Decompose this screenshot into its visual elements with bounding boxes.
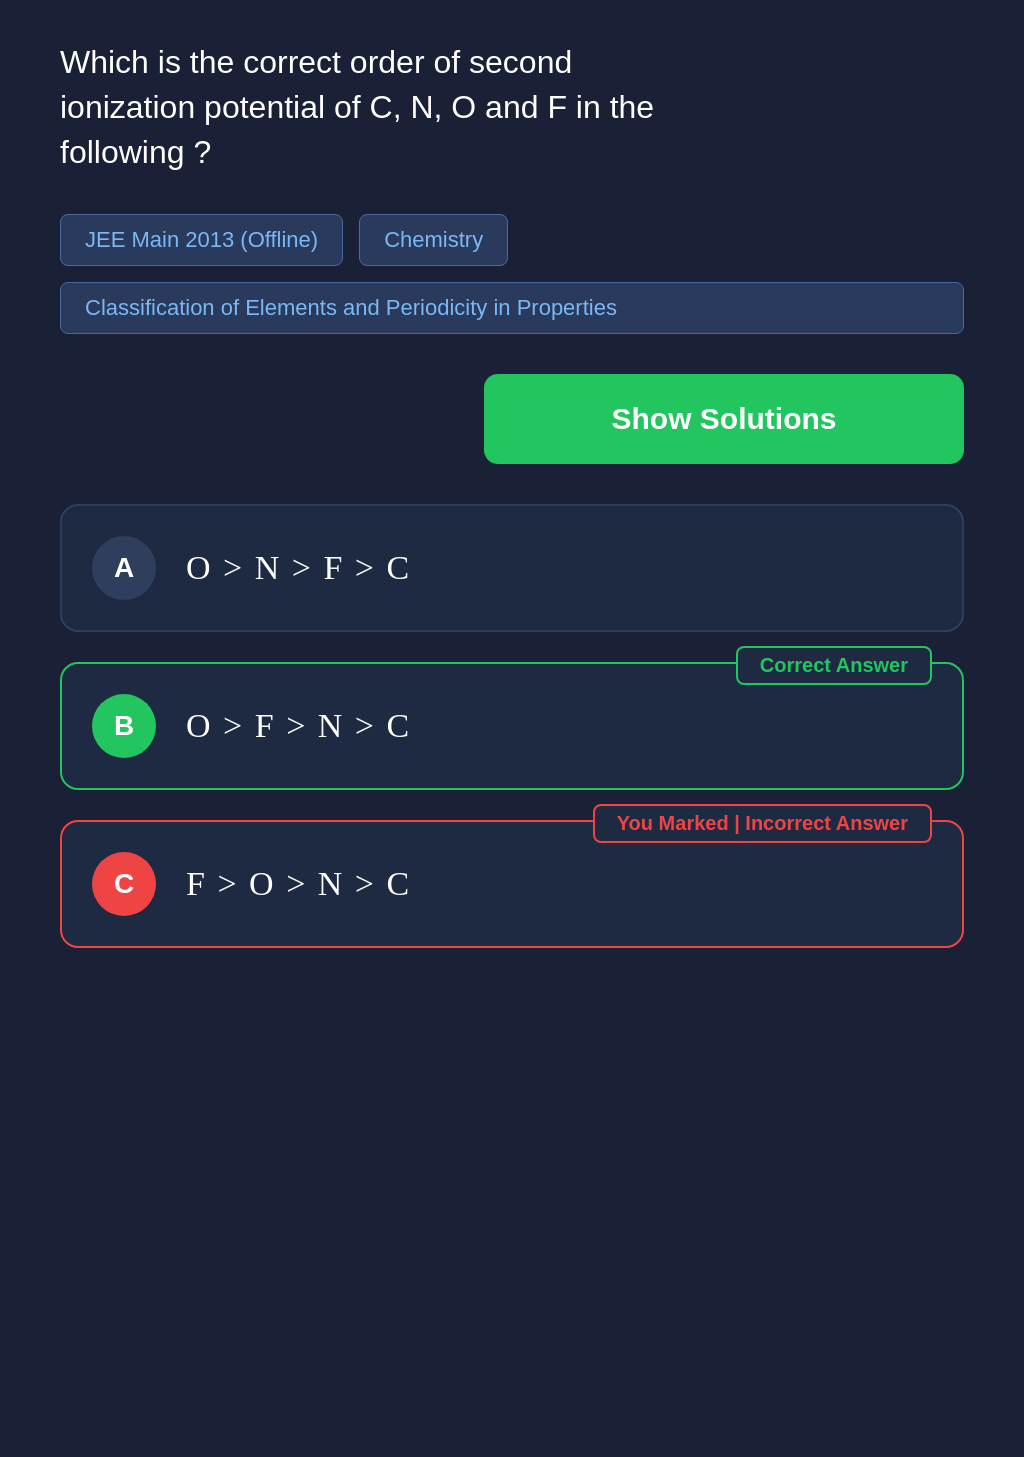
- topic-row: Classification of Elements and Periodici…: [60, 282, 964, 334]
- option-a-card[interactable]: A O > N > F > C: [60, 504, 964, 632]
- topic-tag[interactable]: Classification of Elements and Periodici…: [60, 282, 964, 334]
- exam-tag[interactable]: JEE Main 2013 (Offline): [60, 214, 343, 266]
- option-b-card[interactable]: Correct Answer B O > F > N > C: [60, 662, 964, 790]
- option-c-card[interactable]: You Marked | Incorrect Answer C F > O > …: [60, 820, 964, 948]
- option-a-circle: A: [92, 536, 156, 600]
- tags-container: JEE Main 2013 (Offline) Chemistry: [60, 214, 964, 266]
- option-b-text: O > F > N > C: [186, 707, 411, 745]
- subject-tag[interactable]: Chemistry: [359, 214, 508, 266]
- incorrect-answer-badge: You Marked | Incorrect Answer: [593, 804, 932, 843]
- show-solutions-button[interactable]: Show Solutions: [484, 374, 964, 464]
- option-c-circle: C: [92, 852, 156, 916]
- correct-answer-badge: Correct Answer: [736, 646, 932, 685]
- option-b-circle: B: [92, 694, 156, 758]
- option-a-text: O > N > F > C: [186, 549, 411, 587]
- option-c-text: F > O > N > C: [186, 865, 411, 903]
- question-text: Which is the correct order of second ion…: [60, 40, 964, 174]
